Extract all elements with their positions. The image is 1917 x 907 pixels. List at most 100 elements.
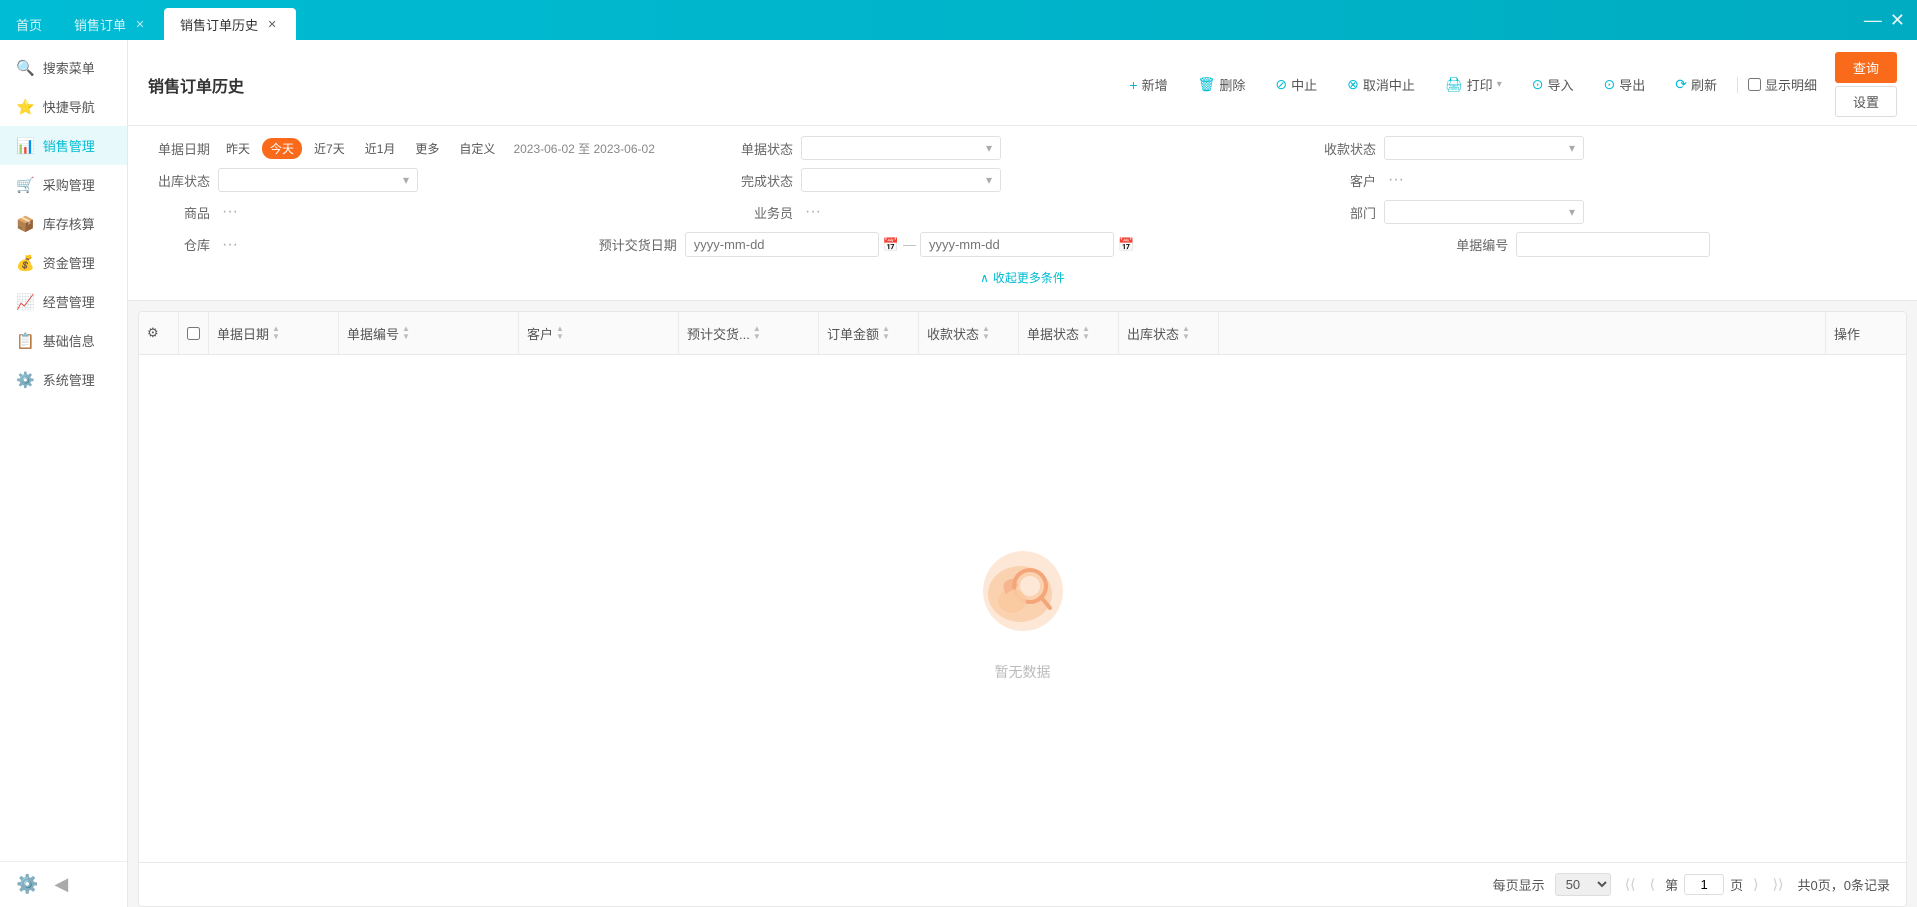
- new-icon: +: [1129, 77, 1137, 93]
- shortcut-1month[interactable]: 近1月: [357, 138, 404, 159]
- page-next-button[interactable]: ⟩: [1749, 874, 1762, 895]
- filter-row-2: 出库状态 ▾ 完成状态 ▾ 客户 ···: [148, 168, 1897, 192]
- sidebar-item-base-info[interactable]: 📋 基础信息: [0, 321, 127, 360]
- salesperson-more-icon[interactable]: ···: [801, 203, 825, 221]
- shortcut-more[interactable]: 更多: [407, 138, 447, 159]
- th-payment-status[interactable]: 收款状态 ▲▼: [919, 312, 1019, 354]
- page-last-button[interactable]: ⟩⟩: [1769, 874, 1788, 895]
- page-header: 销售订单历史 + 新增 🗑 删除 ⊘ 中止 ⊗: [128, 40, 1917, 126]
- sidebar-settings-icon[interactable]: ⚙️: [16, 874, 38, 895]
- tab-sales-order-history-label: 销售订单历史: [180, 15, 258, 34]
- sidebar-item-operations-label: 经营管理: [43, 292, 95, 311]
- filter-row-1: 单据日期 昨天 今天 近7天 近1月 更多 自定义 2023-06-02 至 2…: [148, 136, 1897, 160]
- import-icon: ⊙: [1532, 76, 1544, 93]
- table-body: 暂无数据: [139, 355, 1906, 862]
- payment-status-select[interactable]: ▾: [1384, 136, 1584, 160]
- sidebar-item-inventory[interactable]: 📦 库存核算: [0, 204, 127, 243]
- display-detail-check[interactable]: 显示明细: [1748, 75, 1817, 94]
- select-all-checkbox[interactable]: [187, 327, 200, 340]
- completion-status-control: ▾: [801, 168, 1314, 192]
- tab-sales-order-history[interactable]: 销售订单历史 ✕: [164, 8, 296, 40]
- sidebar-collapse-icon[interactable]: ◀: [54, 874, 68, 895]
- export-label: 导出: [1619, 75, 1645, 94]
- sidebar-item-search-menu[interactable]: 🔍 搜索菜单: [0, 48, 127, 87]
- customer-more-icon[interactable]: ···: [1384, 171, 1408, 189]
- import-button[interactable]: ⊙ 导入: [1522, 70, 1584, 99]
- th-order-no[interactable]: 单据编号 ▲▼: [339, 312, 519, 354]
- sidebar-item-purchase-label: 采购管理: [43, 175, 95, 194]
- expected-date-end[interactable]: [920, 232, 1114, 257]
- th-delivery-status-label: 出库状态: [1127, 324, 1179, 343]
- payment-status-chevron-icon: ▾: [1569, 141, 1575, 155]
- cancel-stop-button[interactable]: ⊗ 取消中止: [1337, 70, 1425, 99]
- warehouse-more-icon[interactable]: ···: [218, 236, 242, 254]
- th-amount[interactable]: 订单金额 ▲▼: [819, 312, 919, 354]
- expected-date-start[interactable]: [685, 232, 879, 257]
- print-dropdown-icon: ▾: [1497, 79, 1502, 90]
- settings-button[interactable]: 设置: [1835, 86, 1897, 117]
- table-grid-header: ⚙ 单据日期 ▲▼ 单据编号 ▲▼ 客户 ▲▼ 预计交货.: [139, 312, 1906, 355]
- tab-bar: 首页 销售订单 ✕ 销售订单历史 ✕: [0, 0, 1864, 40]
- sidebar-item-purchase-mgmt[interactable]: 🛒 采购管理: [0, 165, 127, 204]
- cancel-stop-icon: ⊗: [1347, 76, 1359, 93]
- export-icon: ⊙: [1603, 76, 1615, 93]
- expected-date-end-icon[interactable]: 📅: [1118, 237, 1134, 253]
- shortcut-7days[interactable]: 近7天: [306, 138, 353, 159]
- shortcut-yesterday[interactable]: 昨天: [218, 138, 258, 159]
- page-size-select[interactable]: 50 20 100: [1555, 873, 1611, 896]
- date-sort-icon: ▲▼: [272, 325, 280, 341]
- th-delivery-status[interactable]: 出库状态 ▲▼: [1119, 312, 1219, 354]
- order-no-input[interactable]: [1516, 232, 1710, 257]
- tab-sales-order-history-close[interactable]: ✕: [264, 16, 280, 32]
- goods-more-icon[interactable]: ···: [218, 203, 242, 221]
- th-expected-date[interactable]: 预计交货... ▲▼: [679, 312, 819, 354]
- payment-status-sort-icon: ▲▼: [982, 325, 990, 341]
- delivery-status-select[interactable]: ▾: [218, 168, 418, 192]
- collapse-label: 收起更多条件: [993, 269, 1065, 286]
- sidebar-item-operations[interactable]: 📈 经营管理: [0, 282, 127, 321]
- delete-button[interactable]: 🗑 删除: [1188, 70, 1256, 99]
- stop-label: 中止: [1291, 75, 1317, 94]
- th-settings[interactable]: ⚙: [139, 312, 179, 354]
- new-button[interactable]: + 新增: [1119, 70, 1177, 99]
- page-first-button[interactable]: ⟨⟨: [1621, 874, 1640, 895]
- display-detail-checkbox[interactable]: [1748, 78, 1761, 91]
- new-label: 新增: [1142, 75, 1168, 94]
- shortcut-custom[interactable]: 自定义: [451, 138, 503, 159]
- sidebar-item-quick-nav[interactable]: ⭐ 快捷导航: [0, 87, 127, 126]
- th-customer[interactable]: 客户 ▲▼: [519, 312, 679, 354]
- page-prev-button[interactable]: ⟨: [1646, 874, 1659, 895]
- tab-sales-order[interactable]: 销售订单 ✕: [58, 8, 164, 40]
- amount-sort-icon: ▲▼: [882, 325, 890, 341]
- order-status-select[interactable]: ▾: [801, 136, 1001, 160]
- completion-status-select[interactable]: ▾: [801, 168, 1001, 192]
- stop-button[interactable]: ⊘ 中止: [1265, 70, 1327, 99]
- shortcut-today[interactable]: 今天: [262, 138, 302, 159]
- tab-home[interactable]: 首页: [0, 8, 58, 40]
- sidebar-item-sys-mgmt[interactable]: ⚙️ 系统管理: [0, 360, 127, 399]
- query-button[interactable]: 查询: [1835, 52, 1897, 83]
- sidebar-item-finance[interactable]: 💰 资金管理: [0, 243, 127, 282]
- table-footer: 每页显示 50 20 100 ⟨⟨ ⟨ 第 页 ⟩ ⟩⟩ 共0页，0条记录: [139, 862, 1906, 906]
- sidebar-item-sales-mgmt[interactable]: 📊 销售管理: [0, 126, 127, 165]
- date-range-separator: —: [903, 237, 916, 252]
- th-date-label: 单据日期: [217, 324, 269, 343]
- th-date[interactable]: 单据日期 ▲▼: [209, 312, 339, 354]
- refresh-button[interactable]: ⟳ 刷新: [1665, 70, 1727, 99]
- expected-date-start-icon[interactable]: 📅: [883, 237, 899, 253]
- customer-label: 客户: [1314, 171, 1384, 190]
- th-checkbox[interactable]: [179, 312, 209, 354]
- page-input[interactable]: [1684, 874, 1724, 895]
- customer-control: ···: [1384, 171, 1897, 189]
- tab-sales-order-close[interactable]: ✕: [132, 16, 148, 32]
- department-select[interactable]: ▾: [1384, 200, 1584, 224]
- collapse-row[interactable]: ∧ 收起更多条件: [148, 265, 1897, 290]
- print-button[interactable]: 🖨 打印 ▾: [1435, 70, 1512, 99]
- window-minimize-icon[interactable]: —: [1864, 10, 1882, 31]
- th-customer-label: 客户: [527, 324, 553, 343]
- export-button[interactable]: ⊙ 导出: [1593, 70, 1655, 99]
- window-close-icon[interactable]: ✕: [1890, 10, 1905, 31]
- page-size-label: 每页显示: [1493, 875, 1545, 894]
- sidebar-item-base-label: 基础信息: [43, 331, 95, 350]
- th-order-status[interactable]: 单据状态 ▲▼: [1019, 312, 1119, 354]
